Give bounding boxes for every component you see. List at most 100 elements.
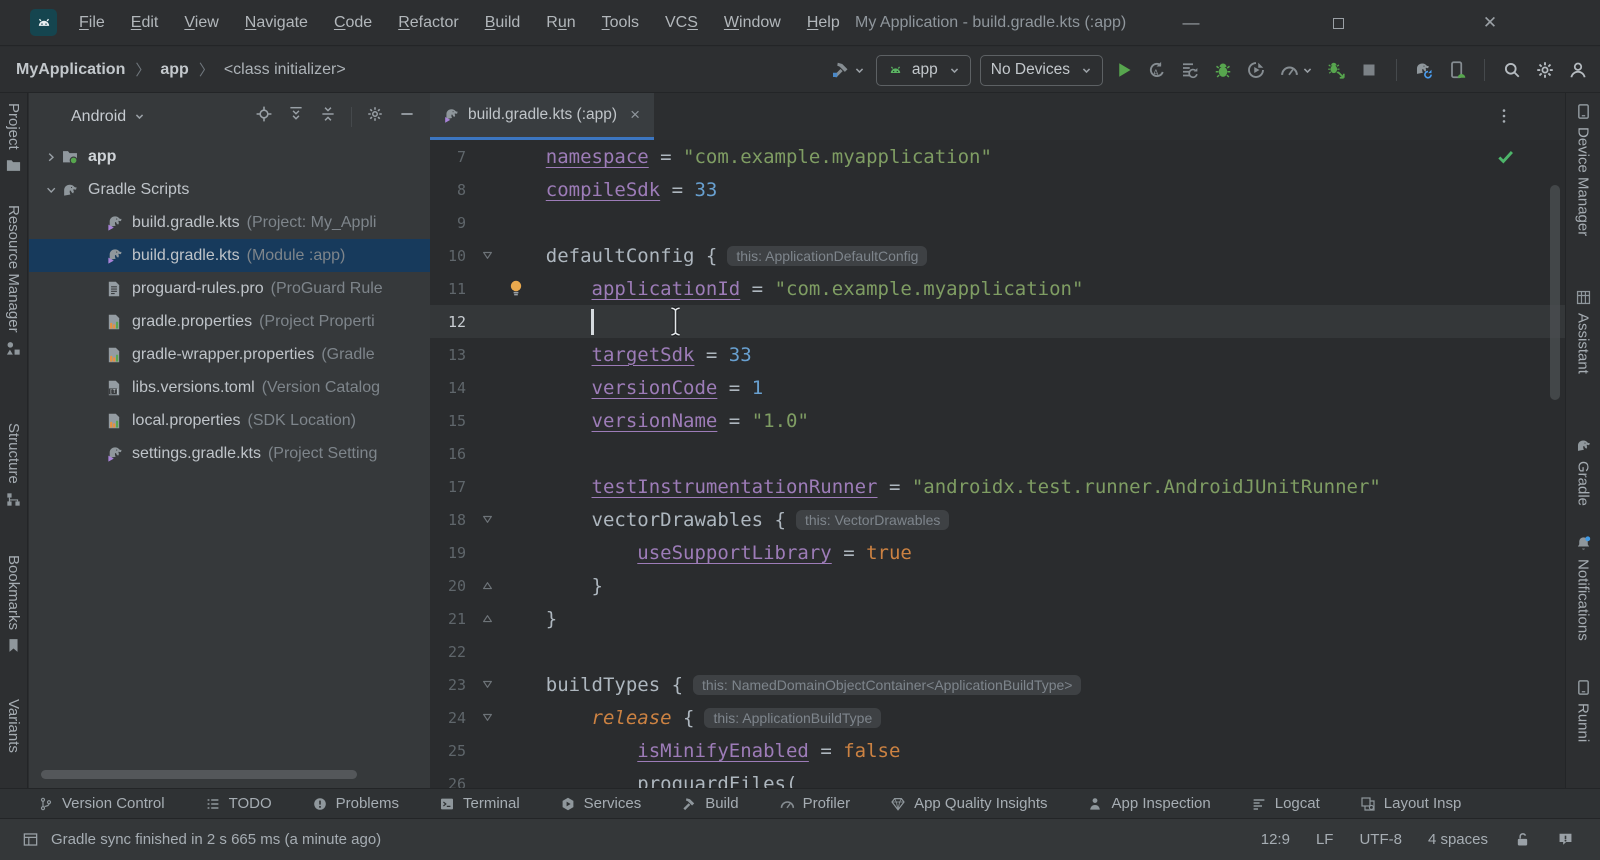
file-encoding[interactable]: UTF-8 xyxy=(1359,831,1402,848)
tool-tab-variants[interactable]: Variants xyxy=(0,699,27,753)
tree-item-build-gradle-kts[interactable]: build.gradle.kts (Module :app) xyxy=(29,239,430,272)
code-line-22[interactable]: 22 xyxy=(430,635,1565,668)
caret-position[interactable]: 12:9 xyxy=(1261,831,1290,848)
code-line-20[interactable]: 20 } xyxy=(430,569,1565,602)
fold-marker-icon[interactable] xyxy=(474,678,500,691)
code-line-10[interactable]: 10 defaultConfig {this: ApplicationDefau… xyxy=(430,239,1565,272)
tool-button-version-control[interactable]: Version Control xyxy=(38,795,165,812)
tool-tab-runni[interactable]: Runni xyxy=(1566,679,1600,742)
tool-button-build[interactable]: Build xyxy=(681,795,739,812)
tool-tab-bookmarks[interactable]: Bookmarks xyxy=(0,555,27,654)
device-select[interactable]: No Devices xyxy=(979,54,1103,86)
fold-marker-icon[interactable] xyxy=(474,711,500,724)
menu-code[interactable]: Code xyxy=(330,11,376,35)
code-line-8[interactable]: 8 compileSdk = 33 xyxy=(430,173,1565,206)
sync-gradle-button[interactable] xyxy=(1412,58,1436,82)
search-everywhere-button[interactable] xyxy=(1500,58,1524,82)
vertical-scrollbar[interactable] xyxy=(1550,185,1560,400)
attach-debugger-button[interactable] xyxy=(1324,58,1348,82)
minimize-button[interactable]: — xyxy=(1168,0,1214,46)
tool-button-profiler[interactable]: Profiler xyxy=(779,795,850,812)
status-message[interactable]: Gradle sync finished in 2 s 665 ms (a mi… xyxy=(51,831,381,848)
code-line-19[interactable]: 19 useSupportLibrary = true xyxy=(430,536,1565,569)
menu-help[interactable]: Help xyxy=(803,11,844,35)
apply-changes-restart-button[interactable]: A xyxy=(1145,58,1169,82)
tool-button-logcat[interactable]: Logcat xyxy=(1251,795,1320,812)
menu-window[interactable]: Window xyxy=(720,11,785,35)
menu-tools[interactable]: Tools xyxy=(598,11,643,35)
build-button[interactable] xyxy=(829,58,867,82)
settings-button[interactable] xyxy=(366,105,384,128)
profiler-button[interactable] xyxy=(1277,58,1315,82)
code-line-13[interactable]: 13 targetSdk = 33 xyxy=(430,338,1565,371)
tree-item-Gradle-Scripts[interactable]: Gradle Scripts xyxy=(29,173,430,206)
menu-file[interactable]: File xyxy=(75,11,109,35)
intention-bulb-icon[interactable] xyxy=(506,278,526,298)
code-line-21[interactable]: 21 } xyxy=(430,602,1565,635)
tool-button-services[interactable]: Services xyxy=(560,795,641,812)
fold-marker-icon[interactable] xyxy=(474,612,500,625)
menu-run[interactable]: Run xyxy=(542,11,579,35)
tree-item-local-properties[interactable]: local.properties (SDK Location) xyxy=(29,404,430,437)
settings-button[interactable] xyxy=(1533,58,1557,82)
code-line-16[interactable]: 16 xyxy=(430,437,1565,470)
menu-vcs[interactable]: VCS xyxy=(661,11,702,35)
fold-marker-icon[interactable] xyxy=(474,249,500,262)
editor-options-kebab-icon[interactable] xyxy=(1495,107,1513,125)
code-line-15[interactable]: 15 versionName = "1.0" xyxy=(430,404,1565,437)
tool-tab-gradle[interactable]: Gradle xyxy=(1566,437,1600,506)
apply-code-changes-button[interactable] xyxy=(1178,58,1202,82)
tool-button-app-inspection[interactable]: App Inspection xyxy=(1087,795,1211,812)
editor-tab[interactable]: build.gradle.kts (:app) × xyxy=(430,93,654,140)
horizontal-scrollbar[interactable] xyxy=(41,770,357,779)
locate-button[interactable] xyxy=(255,105,273,128)
code-line-7[interactable]: 7 namespace = "com.example.myapplication… xyxy=(430,140,1565,173)
tool-tab-structure[interactable]: Structure xyxy=(0,423,27,508)
tool-tab-project[interactable]: Project xyxy=(0,103,27,174)
expand-all-button[interactable] xyxy=(287,105,305,128)
code-line-18[interactable]: 18 vectorDrawables {this: VectorDrawable… xyxy=(430,503,1565,536)
menu-build[interactable]: Build xyxy=(481,11,525,35)
hide-button[interactable] xyxy=(398,105,416,128)
fold-marker-icon[interactable] xyxy=(474,579,500,592)
tree-item-libs-versions-toml[interactable]: [T] libs.versions.toml (Version Catalog xyxy=(29,371,430,404)
code-line-26[interactable]: 26 proguardFiles( xyxy=(430,767,1565,789)
tool-button-layout-insp[interactable]: Layout Insp xyxy=(1360,795,1461,812)
menu-view[interactable]: View xyxy=(180,11,222,35)
lock-open-icon[interactable] xyxy=(1514,831,1531,848)
collapse-all-button[interactable] xyxy=(319,105,337,128)
code-line-24[interactable]: 24 release {this: ApplicationBuildType xyxy=(430,701,1565,734)
menu-navigate[interactable]: Navigate xyxy=(241,11,312,35)
tool-tab-assistant[interactable]: Assistant xyxy=(1566,289,1600,374)
close-tab-icon[interactable]: × xyxy=(630,105,640,125)
code-line-14[interactable]: 14 versionCode = 1 xyxy=(430,371,1565,404)
menu-refactor[interactable]: Refactor xyxy=(394,11,462,35)
breadcrumb-2[interactable]: <class initializer> xyxy=(224,61,346,79)
run-configuration-select[interactable]: app xyxy=(875,54,971,86)
debug-button[interactable] xyxy=(1211,58,1235,82)
account-button[interactable] xyxy=(1566,58,1590,82)
device-manager-button[interactable] xyxy=(1445,58,1469,82)
tree-item-settings-gradle-kts[interactable]: settings.gradle.kts (Project Setting xyxy=(29,437,430,470)
code-line-11[interactable]: 11 applicationId = "com.example.myapplic… xyxy=(430,272,1565,305)
code-area[interactable]: 7 namespace = "com.example.myapplication… xyxy=(430,140,1565,788)
chevron-down-icon[interactable] xyxy=(41,184,61,196)
code-line-17[interactable]: 17 testInstrumentationRunner = "androidx… xyxy=(430,470,1565,503)
project-view-selector[interactable]: Android xyxy=(43,107,145,127)
close-button[interactable]: ✕ xyxy=(1467,0,1513,46)
profile-app-button[interactable] xyxy=(1244,58,1268,82)
code-line-25[interactable]: 25 isMinifyEnabled = false xyxy=(430,734,1565,767)
tool-button-problems[interactable]: Problems xyxy=(312,795,399,812)
breadcrumb-0[interactable]: MyApplication xyxy=(16,61,125,79)
tool-button-todo[interactable]: TODO xyxy=(205,795,272,812)
code-line-23[interactable]: 23 buildTypes {this: NamedDomainObjectCo… xyxy=(430,668,1565,701)
run-button[interactable] xyxy=(1112,58,1136,82)
notifications-bubble-icon[interactable] xyxy=(1557,831,1574,848)
tool-tab-resource-manager[interactable]: Resource Manager xyxy=(0,205,27,357)
indent-setting[interactable]: 4 spaces xyxy=(1428,831,1488,848)
window-layout-icon[interactable] xyxy=(22,831,39,848)
tree-item-gradle-properties[interactable]: gradle.properties (Project Properti xyxy=(29,305,430,338)
tree-item-build-gradle-kts[interactable]: build.gradle.kts (Project: My_Appli xyxy=(29,206,430,239)
breadcrumb-1[interactable]: app xyxy=(160,61,188,79)
tool-tab-device-manager[interactable]: Device Manager xyxy=(1566,103,1600,236)
